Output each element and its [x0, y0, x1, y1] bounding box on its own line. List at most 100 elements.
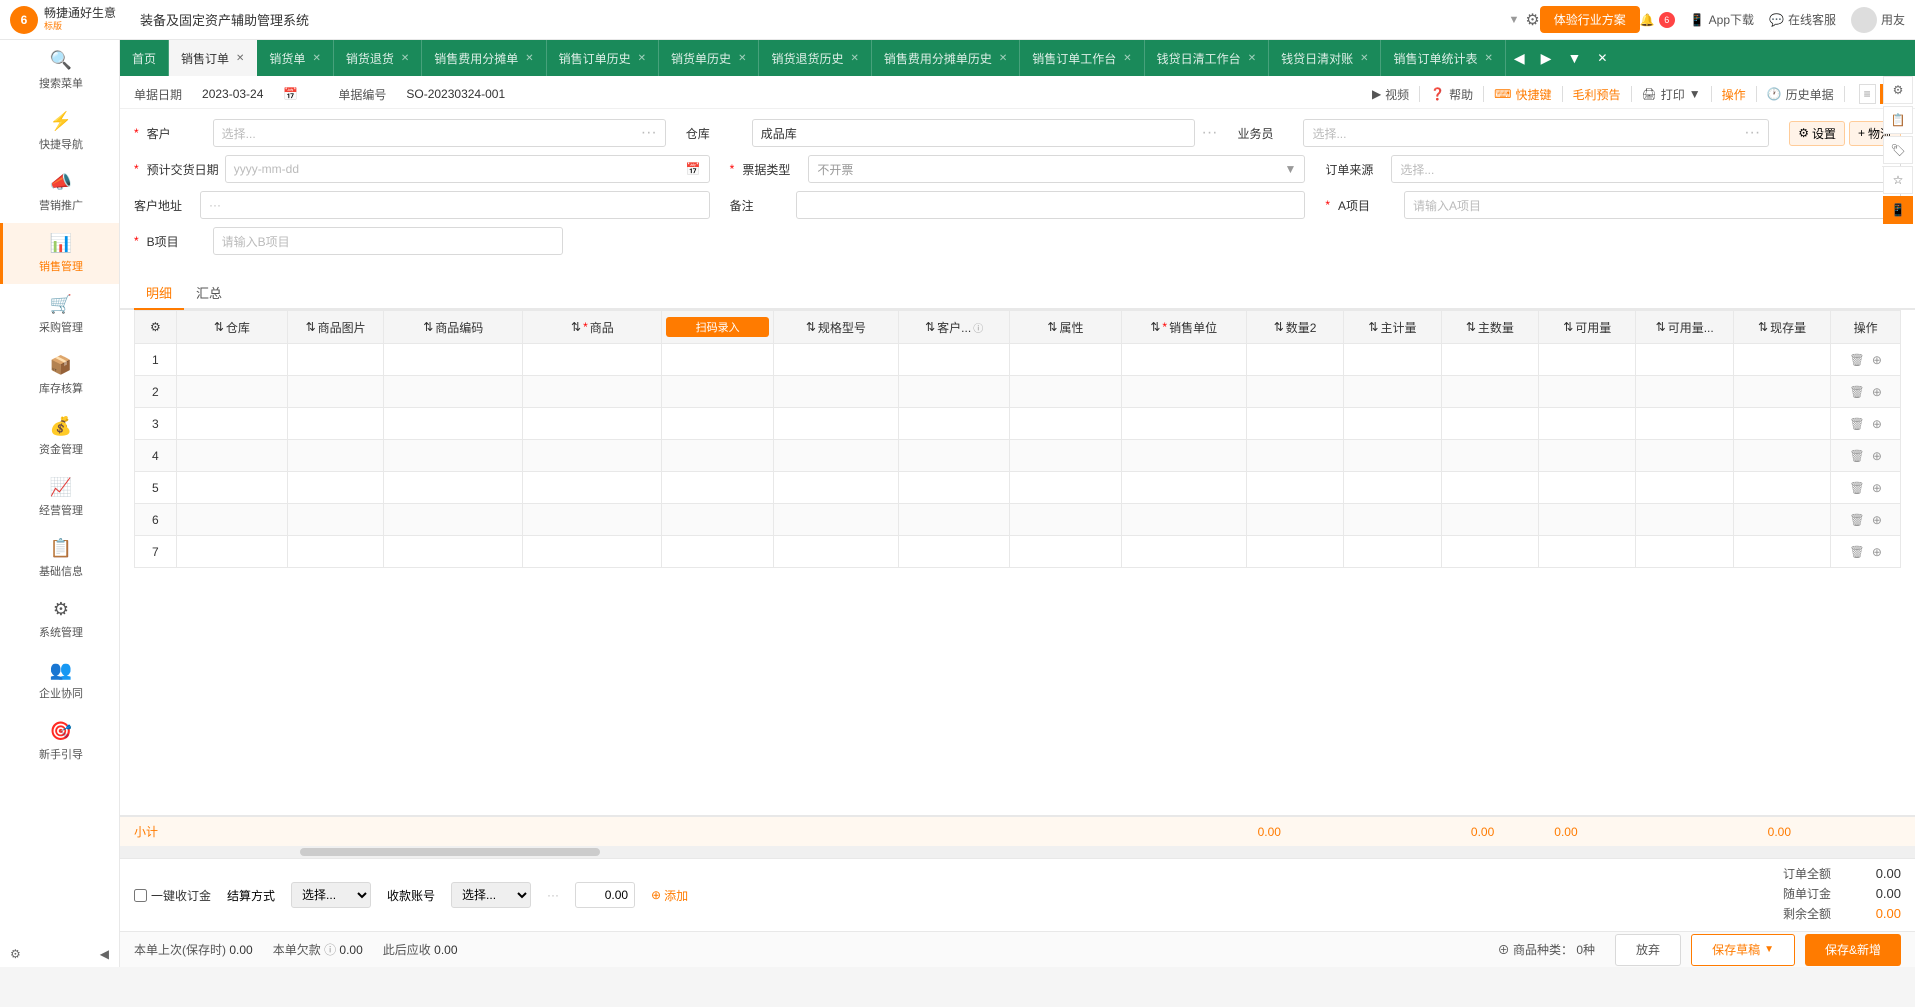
- row-2-spec[interactable]: [773, 376, 898, 408]
- sidebar-item-purchase[interactable]: 🛒 采购管理: [0, 284, 119, 345]
- row-7-stock[interactable]: [1733, 536, 1830, 568]
- row-2-attr[interactable]: [1010, 376, 1121, 408]
- row-4-product[interactable]: [523, 440, 662, 472]
- row-6-unit[interactable]: [1121, 504, 1246, 536]
- calendar-icon[interactable]: 📅: [283, 87, 298, 101]
- row-4-cust[interactable]: [899, 440, 1010, 472]
- row-2-warehouse[interactable]: [176, 376, 287, 408]
- save-new-btn[interactable]: 保存&新增: [1805, 934, 1901, 966]
- row-5-qty2[interactable]: [1246, 472, 1343, 504]
- a-project-input[interactable]: 请输入A项目: [1404, 191, 1901, 219]
- cust-help-icon[interactable]: ⓘ: [973, 320, 983, 335]
- row-5-spec[interactable]: [773, 472, 898, 504]
- row-2-unit[interactable]: [1121, 376, 1246, 408]
- row-3-stock[interactable]: [1733, 408, 1830, 440]
- row-3-avail[interactable]: [1539, 408, 1636, 440]
- tab-daily-clear-close[interactable]: ✕: [1248, 53, 1256, 64]
- tab-prev-btn[interactable]: ◀: [1506, 50, 1533, 67]
- row-7-img[interactable]: [288, 536, 384, 568]
- row-1-stock[interactable]: [1733, 344, 1830, 376]
- row-3-product[interactable]: [523, 408, 662, 440]
- right-sidebar-scan-btn[interactable]: 📱: [1883, 196, 1913, 224]
- row-3-img[interactable]: [288, 408, 384, 440]
- row-5-main-qty[interactable]: [1441, 472, 1538, 504]
- th-spec[interactable]: ⇅ 规格型号: [773, 311, 898, 344]
- row-2-qty2[interactable]: [1246, 376, 1343, 408]
- row-4-copy-icon[interactable]: ⊕: [1872, 449, 1882, 463]
- row-1-cust[interactable]: [899, 344, 1010, 376]
- toolbar-view-btn[interactable]: ▶ 视频: [1372, 86, 1409, 103]
- row-6-attr[interactable]: [1010, 504, 1121, 536]
- row-7-spec[interactable]: [773, 536, 898, 568]
- row-6-copy-icon[interactable]: ⊕: [1872, 513, 1882, 527]
- row-1-main-qty[interactable]: [1441, 344, 1538, 376]
- row-6-product[interactable]: [523, 504, 662, 536]
- row-3-code[interactable]: [384, 408, 523, 440]
- sidebar-collapse-icon[interactable]: ◀: [100, 947, 109, 961]
- row-1-spec[interactable]: [773, 344, 898, 376]
- row-4-code[interactable]: [384, 440, 523, 472]
- row-7-warehouse[interactable]: [176, 536, 287, 568]
- row-1-avail2[interactable]: [1636, 344, 1733, 376]
- row-4-spec[interactable]: [773, 440, 898, 472]
- tab-next-btn[interactable]: ▶: [1533, 50, 1560, 67]
- sidebar-item-sales[interactable]: 📊 销售管理: [0, 223, 119, 284]
- row-4-attr[interactable]: [1010, 440, 1121, 472]
- toolbar-help-btn[interactable]: ❓ 帮助: [1430, 86, 1473, 103]
- th-cust[interactable]: ⇅ 客户... ⓘ: [899, 311, 1010, 344]
- tab-cost-split-close[interactable]: ✕: [525, 53, 533, 64]
- table-container[interactable]: ⚙ ⇅ 仓库 ⇅ 商品图片: [120, 310, 1915, 815]
- discard-btn[interactable]: 放弃: [1615, 934, 1681, 966]
- toolbar-history-btn[interactable]: 🕐 历史单据: [1767, 86, 1834, 103]
- row-4-img[interactable]: [288, 440, 384, 472]
- tab-order-stats[interactable]: 销售订单统计表 ✕: [1381, 40, 1505, 76]
- row-2-main-qty[interactable]: [1441, 376, 1538, 408]
- toolbar-print-btn[interactable]: 🖨 打印 ▼: [1642, 86, 1701, 103]
- row-3-copy-icon[interactable]: ⊕: [1872, 417, 1882, 431]
- sidebar-item-marketing[interactable]: 📣 营销推广: [0, 162, 119, 223]
- row-1-main-unit[interactable]: [1344, 344, 1441, 376]
- row-5-warehouse[interactable]: [176, 472, 287, 504]
- th-main-unit[interactable]: ⇅ 主计量: [1344, 311, 1441, 344]
- tab-list-btn[interactable]: ▼: [1559, 50, 1589, 66]
- row-1-warehouse[interactable]: [176, 344, 287, 376]
- invoice-type-input[interactable]: 不开票 ▼: [808, 155, 1305, 183]
- payment-method-select[interactable]: 选择...: [291, 882, 371, 908]
- th-avail[interactable]: ⇅ 可用量: [1539, 311, 1636, 344]
- row-7-delete-icon[interactable]: 🗑: [1849, 545, 1864, 559]
- row-1-qty2[interactable]: [1246, 344, 1343, 376]
- sidebar-settings-icon[interactable]: ⚙: [10, 947, 21, 961]
- row-3-spec[interactable]: [773, 408, 898, 440]
- th-qty2[interactable]: ⇅ 数量2: [1246, 311, 1343, 344]
- row-6-main-unit[interactable]: [1344, 504, 1441, 536]
- sidebar-item-base[interactable]: 📋 基础信息: [0, 528, 119, 589]
- tab-bill-history[interactable]: 销货单历史 ✕: [659, 40, 759, 76]
- row-7-attr[interactable]: [1010, 536, 1121, 568]
- row-4-delete-icon[interactable]: 🗑: [1849, 449, 1864, 463]
- th-attr[interactable]: ⇅ 属性: [1010, 311, 1121, 344]
- row-5-main-unit[interactable]: [1344, 472, 1441, 504]
- row-1-product[interactable]: [523, 344, 662, 376]
- row-3-attr[interactable]: [1010, 408, 1121, 440]
- sidebar-item-ops[interactable]: 📈 经营管理: [0, 467, 119, 528]
- row-4-qty2[interactable]: [1246, 440, 1343, 472]
- row-7-cust[interactable]: [899, 536, 1010, 568]
- row-5-unit[interactable]: [1121, 472, 1246, 504]
- row-6-avail2[interactable]: [1636, 504, 1733, 536]
- row-4-stock[interactable]: [1733, 440, 1830, 472]
- row-5-copy-icon[interactable]: ⊕: [1872, 481, 1882, 495]
- row-1-avail[interactable]: [1539, 344, 1636, 376]
- b-project-input[interactable]: 请输入B项目: [213, 227, 563, 255]
- layout-list-icon[interactable]: ≡: [1859, 84, 1876, 104]
- row-6-main-qty[interactable]: [1441, 504, 1538, 536]
- row-7-avail2[interactable]: [1636, 536, 1733, 568]
- tab-order-workbench-close[interactable]: ✕: [1123, 53, 1131, 64]
- right-sidebar-label-btn[interactable]: 🏷: [1883, 136, 1913, 164]
- row-5-product[interactable]: [523, 472, 662, 504]
- row-2-img[interactable]: [288, 376, 384, 408]
- th-settings[interactable]: ⚙: [135, 311, 177, 344]
- sidebar-item-guide[interactable]: 🎯 新手引导: [0, 711, 119, 772]
- tab-sales-order-close[interactable]: ✕: [236, 53, 244, 64]
- row-7-product[interactable]: [523, 536, 662, 568]
- row-1-delete-icon[interactable]: 🗑: [1849, 353, 1864, 367]
